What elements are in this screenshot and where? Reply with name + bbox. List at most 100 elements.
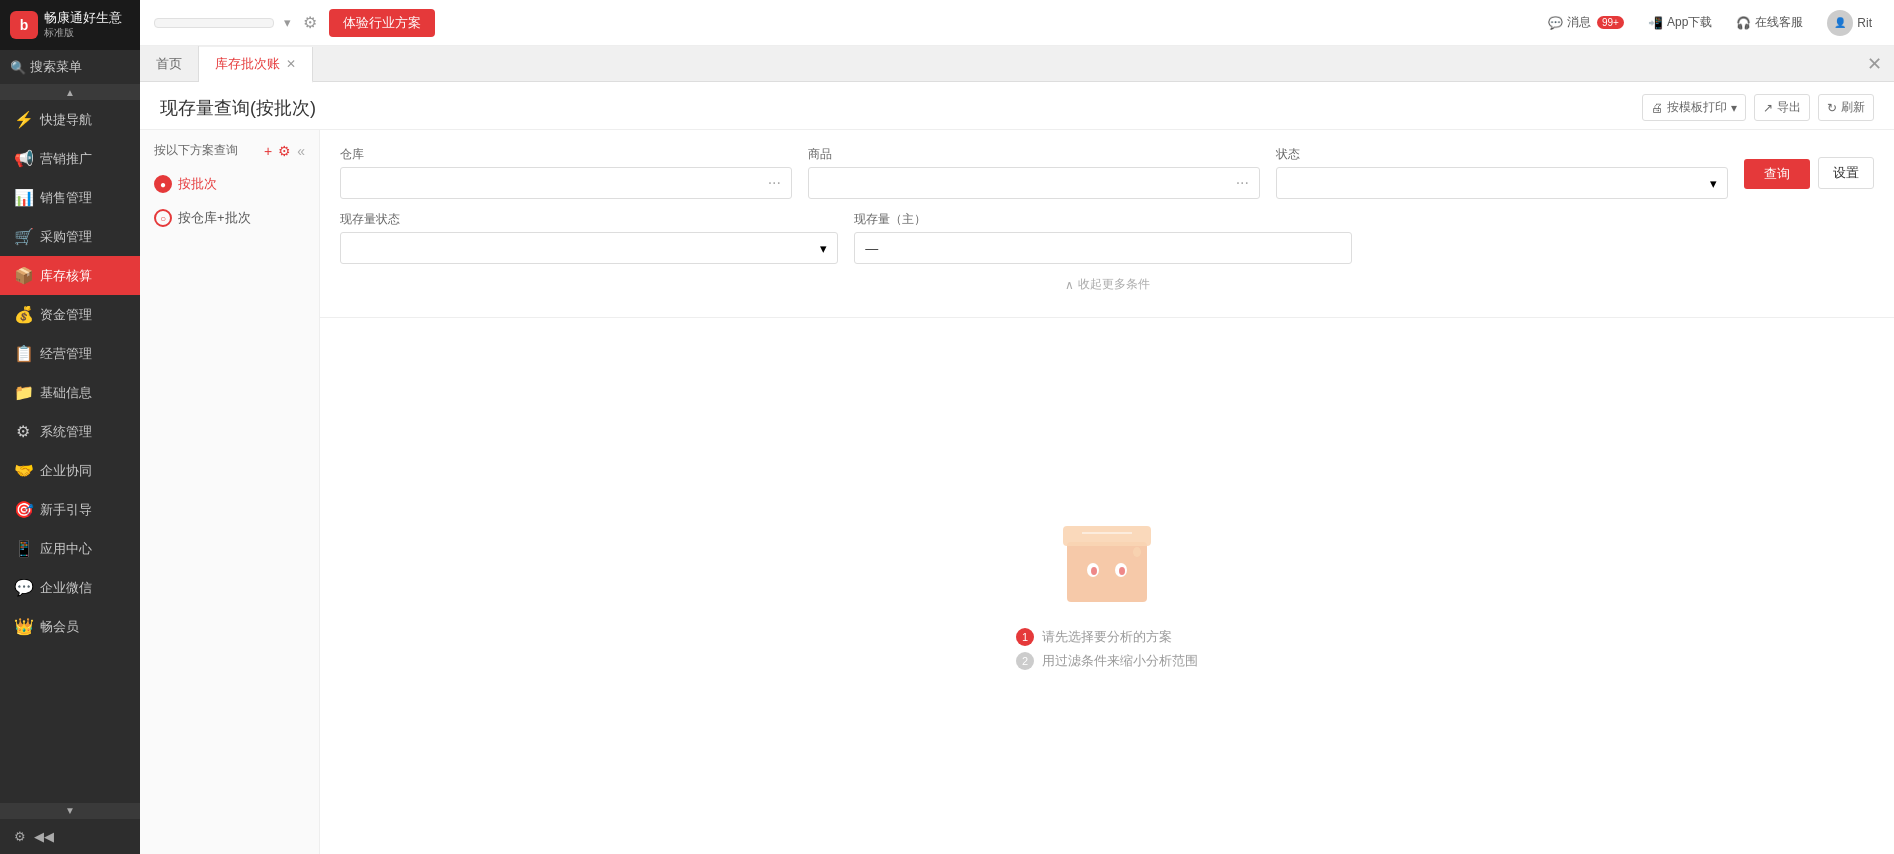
sidebar-item-apps[interactable]: 📱 应用中心 <box>0 529 140 568</box>
sidebar: b 畅康通好生意 标准版 🔍 搜索菜单 ▲ ⚡ 快捷导航 📢 营销推广 📊 销售… <box>0 0 140 854</box>
search-icon: 🔍 <box>10 60 26 75</box>
scheme-item-warehouse-batch[interactable]: ○ 按仓库+批次 <box>140 201 319 235</box>
sidebar-item-member[interactable]: 👑 畅会员 <box>0 607 140 646</box>
sidebar-item-inventory[interactable]: 📦 库存核算 <box>0 256 140 295</box>
sidebar-item-label: 库存核算 <box>40 267 92 285</box>
inventory-qty-input[interactable]: — <box>854 232 1352 264</box>
sidebar-item-enterprise[interactable]: 🤝 企业协同 <box>0 451 140 490</box>
topbar-search[interactable] <box>154 18 274 28</box>
page-header: 现存量查询(按批次) 🖨 按模板打印 ▾ ↗ 导出 ↻ 刷新 <box>140 82 1894 130</box>
collapse-chevron-icon: ∧ <box>1065 278 1074 292</box>
print-template-btn[interactable]: 🖨 按模板打印 ▾ <box>1642 94 1746 121</box>
product-label: 商品 <box>808 146 1260 163</box>
tab-home-label: 首页 <box>156 55 182 73</box>
empty-hint-1: 1 请先选择要分析的方案 <box>1016 628 1198 646</box>
refresh-btn[interactable]: ↻ 刷新 <box>1818 94 1874 121</box>
sidebar-item-label: 系统管理 <box>40 423 92 441</box>
scheme-settings-btn[interactable]: ⚙ <box>278 143 291 159</box>
messages-badge: 99+ <box>1597 16 1624 29</box>
sidebar-item-basic[interactable]: 📁 基础信息 <box>0 373 140 412</box>
scheme-active-icon: ● <box>154 175 172 193</box>
sidebar-item-label: 应用中心 <box>40 540 92 558</box>
inventory-qty-value: — <box>865 241 878 256</box>
hint-num-2: 2 <box>1016 652 1034 670</box>
empty-state: 1 请先选择要分析的方案 2 用过滤条件来缩小分析范围 <box>320 318 1894 854</box>
scheme-inactive-icon: ○ <box>154 209 172 227</box>
app-download-label: App下载 <box>1667 14 1712 31</box>
sidebar-item-guide[interactable]: 🎯 新手引导 <box>0 490 140 529</box>
collapse-panel-btn[interactable]: « <box>297 143 305 159</box>
collapse-sidebar-icon[interactable]: ◀◀ <box>34 829 54 844</box>
status-select[interactable]: ▾ <box>1276 167 1728 199</box>
status-field: 状态 ▾ <box>1276 146 1728 199</box>
sidebar-item-label: 新手引导 <box>40 501 92 519</box>
scheme-warehouse-batch-label: 按仓库+批次 <box>178 209 251 227</box>
sidebar-item-quick[interactable]: ⚡ 快捷导航 <box>0 100 140 139</box>
product-field: 商品 ··· <box>808 146 1260 199</box>
messages-btn[interactable]: 💬 消息 99+ <box>1540 14 1632 31</box>
user-profile-btn[interactable]: 👤 Rit <box>1819 10 1880 36</box>
hint-text-2: 用过滤条件来缩小分析范围 <box>1042 652 1198 670</box>
sidebar-item-marketing[interactable]: 📢 营销推广 <box>0 139 140 178</box>
svg-point-4 <box>1091 567 1097 575</box>
settings-footer-icon[interactable]: ⚙ <box>14 829 26 844</box>
app-version: 标准版 <box>44 26 122 40</box>
warehouse-input[interactable]: ··· <box>340 167 792 199</box>
empty-hints: 1 请先选择要分析的方案 2 用过滤条件来缩小分析范围 <box>1016 628 1198 670</box>
enterprise-icon: 🤝 <box>14 461 32 480</box>
query-btn[interactable]: 查询 <box>1744 159 1810 189</box>
sidebar-item-system[interactable]: ⚙ 系统管理 <box>0 412 140 451</box>
user-name: Rit <box>1857 16 1872 30</box>
sidebar-item-purchase[interactable]: 🛒 采购管理 <box>0 217 140 256</box>
online-service-btn[interactable]: 🎧 在线客服 <box>1728 14 1811 31</box>
print-dropdown-icon[interactable]: ▾ <box>1731 101 1737 115</box>
tab-inventory-batch-label: 库存批次账 <box>215 55 280 73</box>
tab-close-icon[interactable]: ✕ <box>286 57 296 71</box>
inventory-qty-label: 现存量（主） <box>854 211 1352 228</box>
inventory-qty-field: 现存量（主） — <box>854 211 1352 264</box>
product-more-btn[interactable]: ··· <box>1236 174 1249 192</box>
sidebar-item-finance[interactable]: 💰 资金管理 <box>0 295 140 334</box>
topbar: ▾ ⚙ 体验行业方案 💬 消息 99+ 📲 App下载 🎧 在线客服 👤 Rit <box>140 0 1894 46</box>
sidebar-item-label: 畅会员 <box>40 618 79 636</box>
topbar-search-dropdown[interactable]: ▾ <box>284 15 291 30</box>
online-service-label: 在线客服 <box>1755 14 1803 31</box>
tabs-close-all-btn[interactable]: ✕ <box>1855 53 1894 75</box>
empty-illustration <box>1047 502 1167 612</box>
product-input[interactable]: ··· <box>808 167 1260 199</box>
inventory-status-select[interactable]: ▾ <box>340 232 838 264</box>
svg-point-5 <box>1119 567 1125 575</box>
inventory-status-field: 现存量状态 ▾ <box>340 211 838 264</box>
tab-home[interactable]: 首页 <box>140 46 199 82</box>
sidebar-item-wechat[interactable]: 💬 企业微信 <box>0 568 140 607</box>
left-panel-title: 按以下方案查询 <box>154 142 238 159</box>
warehouse-more-btn[interactable]: ··· <box>768 174 781 192</box>
scheme-item-batch[interactable]: ● 按批次 <box>140 167 319 201</box>
app-name: 畅康通好生意 <box>44 10 122 26</box>
sidebar-item-sales[interactable]: 📊 销售管理 <box>0 178 140 217</box>
sidebar-item-label: 资金管理 <box>40 306 92 324</box>
filter-form: 仓库 ··· 商品 ··· <box>320 130 1894 318</box>
topbar-settings-icon[interactable]: ⚙ <box>303 13 317 32</box>
sidebar-nav: ⚡ 快捷导航 📢 营销推广 📊 销售管理 🛒 采购管理 📦 库存核算 💰 资金管… <box>0 100 140 803</box>
marketing-icon: 📢 <box>14 149 32 168</box>
scroll-down-btn[interactable]: ▼ <box>0 803 140 818</box>
search-menu[interactable]: 🔍 搜索菜单 <box>0 50 140 85</box>
download-icon: 📲 <box>1648 16 1663 30</box>
collapse-more-btn[interactable]: ∧ 收起更多条件 <box>340 268 1874 301</box>
sidebar-header: b 畅康通好生意 标准版 <box>0 0 140 50</box>
left-panel: 按以下方案查询 + ⚙ « ● 按批次 ○ 按仓库+批次 <box>140 130 320 854</box>
experience-btn[interactable]: 体验行业方案 <box>329 9 435 37</box>
empty-box-svg <box>1047 502 1167 612</box>
settings-btn[interactable]: 设置 <box>1818 157 1874 189</box>
message-icon: 💬 <box>1548 16 1563 30</box>
add-scheme-btn[interactable]: + <box>264 143 272 159</box>
export-btn[interactable]: ↗ 导出 <box>1754 94 1810 121</box>
scroll-up-btn[interactable]: ▲ <box>0 85 140 100</box>
tab-inventory-batch[interactable]: 库存批次账 ✕ <box>199 47 313 83</box>
print-icon: 🖨 <box>1651 101 1663 115</box>
apps-icon: 📱 <box>14 539 32 558</box>
sidebar-item-operation[interactable]: 📋 经营管理 <box>0 334 140 373</box>
warehouse-field: 仓库 ··· <box>340 146 792 199</box>
app-download-btn[interactable]: 📲 App下载 <box>1640 14 1720 31</box>
